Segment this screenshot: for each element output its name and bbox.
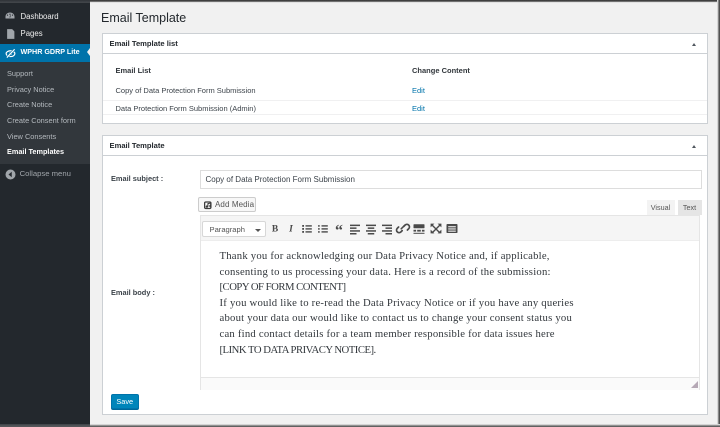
svg-text:I: I xyxy=(288,225,293,235)
svg-text:B: B xyxy=(271,225,278,235)
svg-text:“: “ xyxy=(335,223,343,240)
